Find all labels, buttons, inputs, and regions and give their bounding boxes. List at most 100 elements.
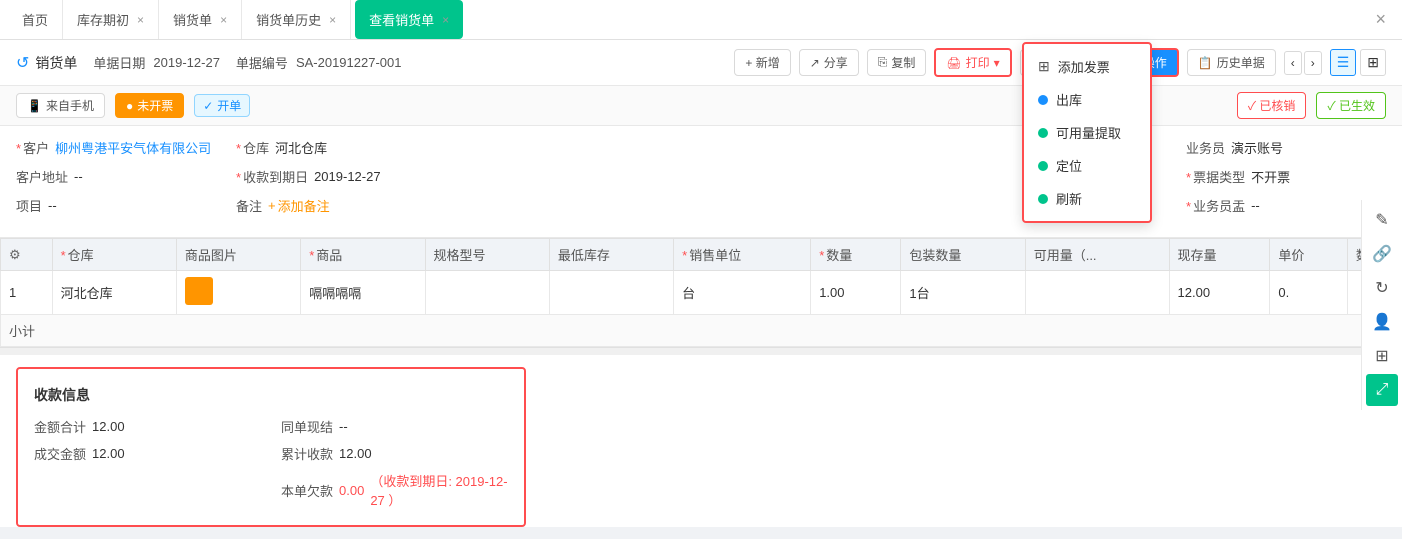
doc-header: ↺ 销货单 单据日期 2019-12-27 单据编号 SA-20191227-0…: [0, 40, 1402, 86]
tab-inventory-close[interactable]: ×: [137, 13, 144, 27]
kaidan-check-icon: ✓: [203, 99, 213, 113]
balance-value: 0.00: [339, 483, 364, 498]
window-close-button[interactable]: ×: [1367, 9, 1394, 30]
doc-date-label: 单据日期 2019-12-27: [93, 53, 220, 72]
sidebar-link-icon[interactable]: 🔗: [1366, 238, 1398, 270]
from-phone-label: 来自手机: [46, 97, 94, 114]
locate-item[interactable]: 定位: [1024, 149, 1150, 182]
customer-field: *客户 柳州粤港平安气体有限公司: [16, 138, 216, 157]
effective-check-icon: ✓: [1327, 99, 1335, 113]
cumulative-value: 12.00: [339, 446, 372, 461]
sidebar-table-icon[interactable]: ⊞: [1366, 340, 1398, 372]
th-settings[interactable]: ⚙: [1, 239, 53, 271]
warehouse-field: *仓库 河北仓库: [236, 138, 436, 157]
doc-title: ↺ 销货单: [16, 53, 77, 73]
cell-num: 1: [1, 271, 53, 315]
remark-field: 备注 + 添加备注: [236, 196, 436, 215]
cell-unit-price: 0.: [1270, 271, 1347, 315]
payment-grid: 金额合计 12.00 同单现结 -- 成交金额 12.00 累计收款 12.00…: [34, 417, 508, 509]
salesperson-field: 业务员 演示账号: [1186, 138, 1386, 157]
tab-sales[interactable]: 销货单 ×: [159, 0, 242, 39]
prev-arrow[interactable]: ‹: [1284, 51, 1302, 75]
sidebar-rotate-icon[interactable]: ↻: [1366, 272, 1398, 304]
subtotal-row: 小计: [1, 315, 1402, 347]
ticket-type-field: *票据类型 不开票: [1186, 167, 1386, 186]
products-table: ⚙ *仓库 商品图片 *商品 规格型号 最低库存 *销售单位 *数量 包装数量 …: [0, 238, 1402, 347]
copy-icon: ⎘: [878, 55, 888, 70]
list-view-icon[interactable]: ☰: [1330, 49, 1357, 76]
doc-number-value: SA-20191227-001: [296, 55, 402, 70]
print-button[interactable]: 🖨 打印 ▾: [934, 48, 1011, 77]
nav-arrows: ‹ ›: [1284, 51, 1322, 75]
same-order-value: --: [339, 419, 348, 434]
salesperson-value: 演示账号: [1231, 138, 1283, 157]
add-invoice-icon: ⊞: [1038, 58, 1050, 75]
main-content: ↺ 销货单 单据日期 2019-12-27 单据编号 SA-20191227-0…: [0, 40, 1402, 527]
tab-view-sales-label: 查看销货单: [369, 10, 434, 29]
address-value: --: [74, 169, 83, 184]
address-field: 客户地址 --: [16, 167, 216, 186]
deal-amount-row: 成交金额 12.00: [34, 444, 261, 463]
sidebar-user-icon[interactable]: 👤: [1366, 306, 1398, 338]
tab-inventory-label: 库存期初: [77, 10, 129, 29]
tab-view-sales[interactable]: 查看销货单 ×: [355, 0, 463, 39]
balance-row: 本单欠款 0.00 （收款到期日: 2019-12-27 ）: [281, 471, 508, 509]
print-label: 打印: [966, 54, 990, 71]
share-button[interactable]: ↗ 分享: [799, 49, 859, 76]
th-unit-price: 单价: [1270, 239, 1347, 271]
cell-min-stock: [549, 271, 673, 315]
gear-icon[interactable]: ⚙: [9, 247, 21, 262]
copy-button[interactable]: ⎘ 复制: [867, 49, 927, 76]
add-invoice-item[interactable]: ⊞ 添加发票: [1024, 50, 1150, 83]
available-take-item[interactable]: 可用量提取: [1024, 116, 1150, 149]
not-open-ticket-button[interactable]: ● 未开票: [115, 93, 184, 118]
add-note-label: 添加备注: [278, 196, 330, 215]
cumulative-label: 累计收款: [281, 444, 333, 463]
plus-icon: +: [268, 198, 276, 213]
share-label: 分享: [824, 54, 848, 71]
tab-view-sales-close[interactable]: ×: [442, 13, 449, 27]
available-dot: [1038, 128, 1048, 138]
kaidan-label: 开单: [217, 97, 241, 114]
balance-label: 本单欠款: [281, 481, 333, 500]
outbound-item[interactable]: 出库: [1024, 83, 1150, 116]
tab-sales-close[interactable]: ×: [220, 13, 227, 27]
sidebar-edit-icon[interactable]: ✎: [1366, 204, 1398, 236]
effective-button[interactable]: ✓ 已生效: [1316, 92, 1386, 119]
cancelled-label: 已核销: [1259, 99, 1295, 113]
doc-meta: 单据日期 2019-12-27 单据编号 SA-20191227-001: [93, 53, 401, 72]
cell-spec: [425, 271, 549, 315]
phone-icon: 📱: [27, 99, 42, 113]
tab-sales-history-close[interactable]: ×: [329, 13, 336, 27]
tab-sales-history[interactable]: 销货单历史 ×: [242, 0, 351, 39]
salesperson2-field: *业务员盂 --: [1186, 196, 1386, 215]
kaidan-badge[interactable]: ✓ 开单: [194, 94, 250, 117]
subtotal-label: 小计: [1, 315, 1402, 347]
th-unit: *销售单位: [674, 239, 811, 271]
available-take-label: 可用量提取: [1056, 123, 1121, 142]
tab-bar: 首页 库存期初 × 销货单 × 销货单历史 × 查看销货单 × ×: [0, 0, 1402, 40]
tab-home[interactable]: 首页: [8, 0, 63, 39]
project-value: --: [48, 198, 57, 213]
refresh-item[interactable]: 刷新: [1024, 182, 1150, 215]
next-arrow[interactable]: ›: [1304, 51, 1322, 75]
sidebar-expand-icon[interactable]: ⤢: [1366, 374, 1398, 406]
history-button[interactable]: 📋 历史单据: [1187, 49, 1276, 76]
grid-view-icon[interactable]: ⊞: [1360, 49, 1386, 76]
copy-label: 复制: [891, 54, 915, 71]
from-phone-button[interactable]: 📱 来自手机: [16, 93, 105, 118]
cancelled-button[interactable]: ✓ 已核销: [1237, 92, 1307, 119]
customer-value[interactable]: 柳州粤港平安气体有限公司: [55, 138, 211, 157]
product-image: [185, 277, 213, 305]
doc-date-value: 2019-12-27: [153, 55, 220, 70]
refresh-dot: [1038, 194, 1048, 204]
project-field: 项目 --: [16, 196, 216, 215]
doc-title-text: 销货单: [35, 53, 77, 73]
history-label: 历史单据: [1217, 54, 1265, 71]
form-row-3: 项目 -- 备注 + 添加备注 *业务员盂 --: [16, 196, 1386, 215]
due-date-value: 2019-12-27: [314, 169, 381, 184]
tab-inventory[interactable]: 库存期初 ×: [63, 0, 159, 39]
add-note-button[interactable]: + 添加备注: [268, 196, 330, 215]
new-button[interactable]: + 新增: [734, 49, 790, 76]
view-icons: ☰ ⊞: [1330, 49, 1386, 76]
